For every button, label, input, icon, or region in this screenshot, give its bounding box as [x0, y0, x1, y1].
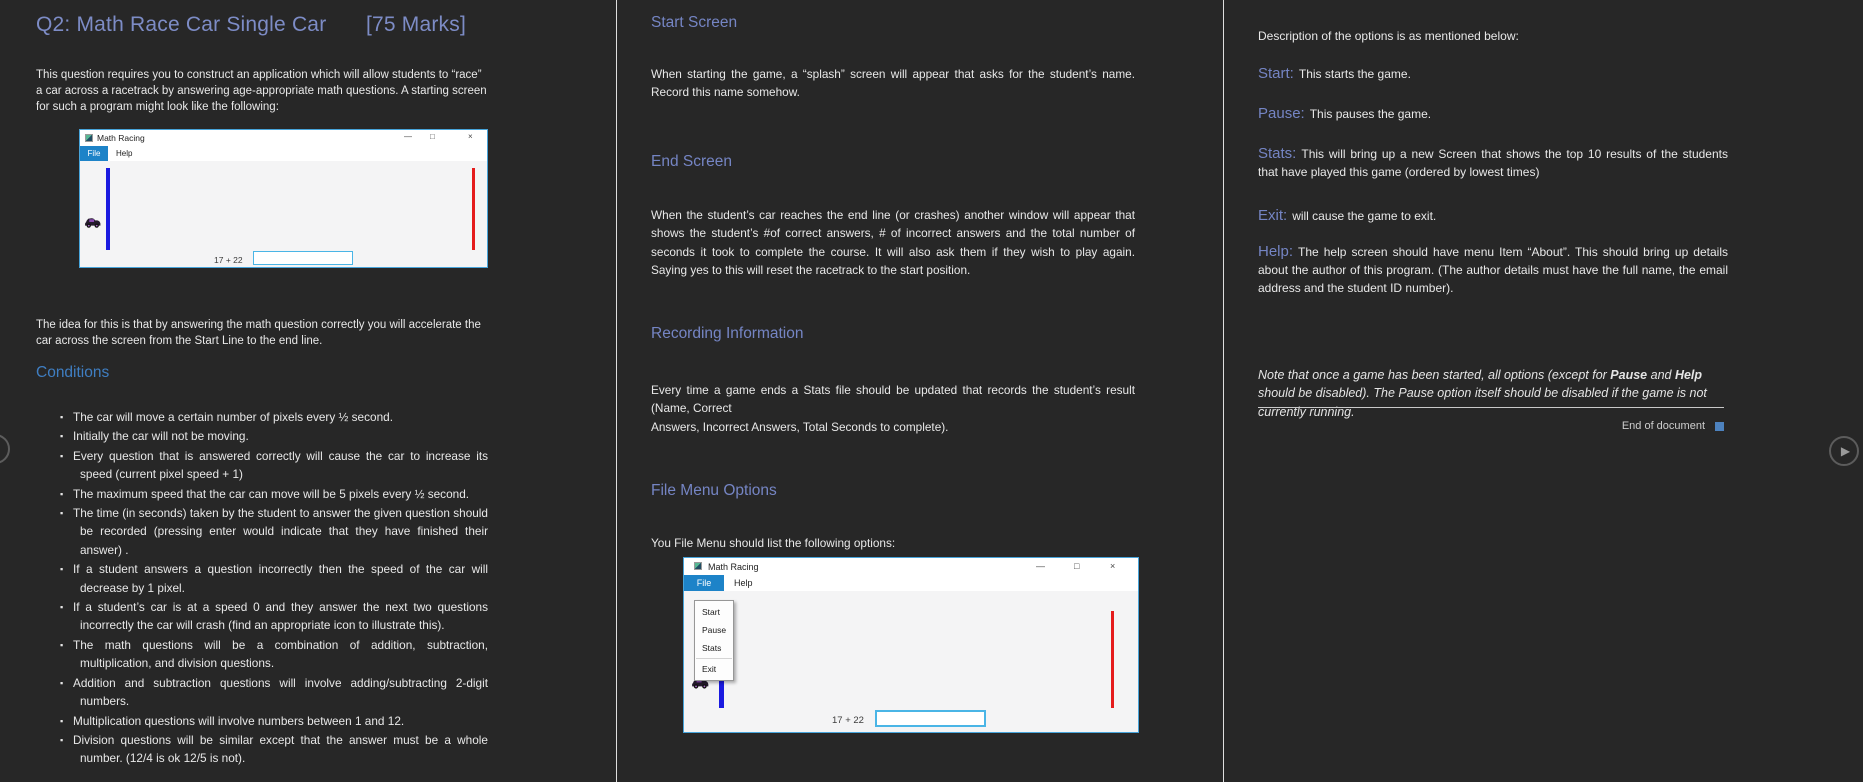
recording-information-body: Every time a game ends a Stats file shou…: [651, 382, 1135, 434]
close-icon: ×: [1110, 561, 1116, 571]
app-icon: [694, 562, 702, 570]
condition-item: The math questions will be a combination…: [60, 636, 488, 673]
page-title: Q2: Math Race Car Single Car: [36, 13, 327, 36]
idea-paragraph: The idea for this is that by answering t…: [36, 318, 481, 347]
file-menu-item-exit: Exit: [702, 664, 717, 674]
condition-item: If a student’s car is at a speed 0 and t…: [60, 598, 488, 635]
option-pause: Pause: This pauses the game.: [1258, 105, 1728, 123]
intro-paragraph: This question requires you to construct …: [36, 68, 487, 113]
start-screen-body: When starting the game, a “splash” scree…: [651, 66, 1135, 100]
end-screen-body: When the student’s car reaches the end l…: [651, 207, 1135, 278]
start-line: [106, 168, 110, 250]
close-icon: ×: [468, 132, 473, 141]
option-help-description: The help screen should have menu Item “A…: [1258, 245, 1728, 295]
window-title: Math Racing: [708, 562, 759, 572]
document-column-1: Q2: Math Race Car Single Car [75 Marks] …: [36, 0, 488, 782]
math-question-label: 17 + 22: [832, 715, 864, 726]
next-arrow-icon: ▶: [1840, 444, 1851, 458]
answer-input: [875, 710, 986, 727]
option-start-label: Start:: [1258, 65, 1294, 82]
option-stats-description: This will bring up a new Screen that sho…: [1258, 147, 1728, 179]
window-title: Math Racing: [97, 133, 145, 143]
condition-item: If a student answers a question incorrec…: [60, 560, 488, 597]
previous-page-button[interactable]: [0, 434, 10, 464]
note-text: and: [1647, 367, 1675, 382]
condition-item: Division questions will be similar excep…: [60, 731, 488, 768]
options-intro: Description of the options is as mention…: [1258, 29, 1519, 43]
option-help-label: Help:: [1258, 243, 1294, 260]
option-stats: Stats: This will bring up a new Screen th…: [1258, 145, 1728, 181]
end-screen-heading: End Screen: [651, 153, 732, 170]
note-text: should be disabled). The Pause option it…: [1258, 386, 1707, 419]
note-text: Note that once a game has been started, …: [1258, 367, 1611, 382]
race-track-area: 17 + 22: [80, 161, 487, 267]
condition-item: Multiplication questions will involve nu…: [60, 712, 488, 731]
word-read-mode-dark-page: { "colors": { "background": "#272727", "…: [0, 0, 1863, 782]
app-icon: [85, 134, 93, 142]
maximize-icon: □: [1074, 561, 1080, 571]
note-paragraph: Note that once a game has been started, …: [1258, 366, 1734, 422]
option-start: Start: This starts the game.: [1258, 65, 1728, 83]
conditions-heading: Conditions: [36, 364, 110, 381]
minimize-icon: —: [404, 132, 412, 141]
next-page-button[interactable]: ▶: [1829, 436, 1859, 466]
race-track-area: 17 + 22: [684, 591, 1138, 732]
option-pause-label: Pause:: [1258, 105, 1305, 122]
conditions-list: The car will move a certain number of pi…: [60, 408, 488, 769]
window-titlebar: Math Racing — □ ×: [684, 558, 1138, 575]
window-titlebar: Math Racing — □ ×: [80, 130, 487, 146]
note-bold-help: Help: [1674, 367, 1703, 382]
window-menubar: File Help: [684, 575, 1138, 591]
option-pause-description: This pauses the game.: [1309, 107, 1432, 121]
menu-separator: [696, 658, 732, 659]
math-racing-screenshot-start: Math Racing — □ × File Help 17 + 22: [79, 129, 488, 268]
option-exit-label: Exit:: [1258, 207, 1288, 224]
option-stats-label: Stats:: [1258, 145, 1297, 162]
marks-label: [75 Marks]: [365, 13, 466, 36]
race-car-icon: [85, 218, 101, 228]
end-line: [1111, 611, 1114, 708]
file-menu-item-stats: Stats: [702, 643, 722, 653]
condition-item: Every question that is answered correctl…: [60, 447, 488, 484]
end-of-document-label: End of document: [1621, 420, 1705, 432]
file-menu-item-start: Start: [702, 607, 720, 617]
file-menu-options-heading: File Menu Options: [651, 482, 777, 499]
option-exit-description: will cause the game to exit.: [1292, 209, 1437, 223]
minimize-icon: —: [1036, 561, 1045, 571]
file-dropdown-menu: Start Pause Stats Exit: [694, 600, 734, 681]
maximize-icon: □: [430, 132, 435, 141]
file-menu: File: [684, 575, 724, 591]
math-question-label: 17 + 22: [214, 255, 243, 265]
math-racing-screenshot-file-menu: Math Racing — □ × File Help 17 + 22 Star…: [683, 557, 1139, 733]
document-column-3: Description of the options is as mention…: [1258, 0, 1728, 782]
answer-input: [253, 251, 353, 265]
help-menu: Help: [116, 149, 133, 158]
file-menu-options-body: You File Menu should list the following …: [651, 535, 896, 550]
end-of-document-square-icon: [1715, 421, 1724, 431]
end-of-document-row: End of document: [1258, 420, 1724, 432]
condition-item: The maximum speed that the car can move …: [60, 485, 488, 504]
start-screen-heading: Start Screen: [651, 14, 738, 31]
end-line: [472, 168, 475, 250]
condition-item: Addition and subtraction questions will …: [60, 674, 488, 711]
option-start-description: This starts the game.: [1298, 67, 1411, 81]
option-exit: Exit: will cause the game to exit.: [1258, 207, 1728, 225]
column-divider-left: [616, 0, 617, 782]
recording-information-heading: Recording Information: [651, 325, 804, 342]
file-menu-item-pause: Pause: [702, 625, 727, 635]
condition-item: The time (in seconds) taken by the stude…: [60, 504, 488, 559]
file-menu: File: [80, 146, 108, 161]
help-menu: Help: [734, 578, 753, 588]
condition-item: Initially the car will not be moving.: [60, 427, 488, 446]
end-of-document-rule: [1258, 407, 1724, 408]
column-divider-right: [1223, 0, 1224, 782]
condition-item: The car will move a certain number of pi…: [60, 408, 488, 427]
question-title-row: Q2: Math Race Car Single Car [75 Marks]: [36, 13, 466, 37]
option-help: Help: The help screen should have menu It…: [1258, 243, 1728, 297]
window-menubar: File Help: [80, 146, 487, 161]
note-bold-pause: Pause: [1610, 367, 1648, 382]
